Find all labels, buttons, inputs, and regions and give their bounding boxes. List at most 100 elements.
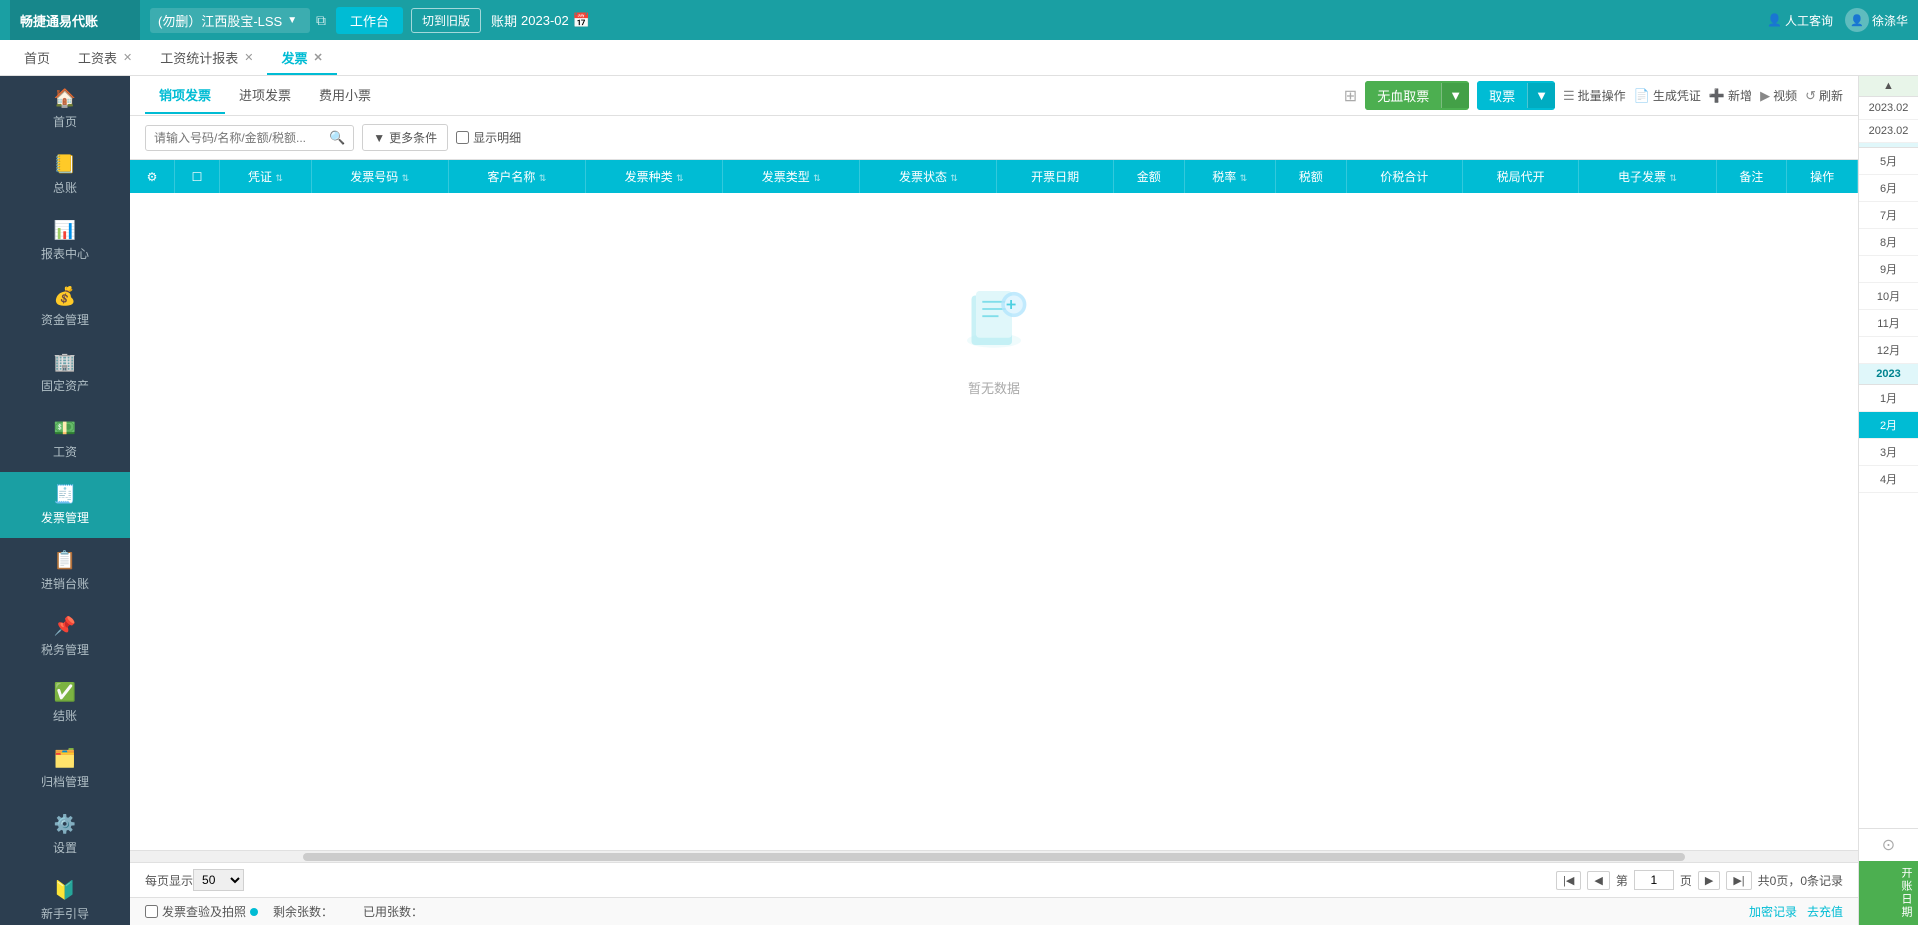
prev-page-button[interactable]: ◀ <box>1587 871 1609 890</box>
page-input[interactable] <box>1634 870 1674 890</box>
sidebar-item-sales[interactable]: 📋 进销台账 <box>0 538 130 604</box>
tab-salary-report-close[interactable]: ✕ <box>244 51 253 64</box>
no-ticket-button[interactable]: 无血取票 ▼ <box>1365 81 1469 110</box>
grid-view-icon[interactable]: ⊞ <box>1344 86 1357 106</box>
sidebar-item-archive[interactable]: 🗂️ 归档管理 <box>0 736 130 802</box>
workbench-button[interactable]: 工作台 <box>336 7 403 34</box>
more-filter-button[interactable]: ▼ 更多条件 <box>362 124 448 151</box>
tab-salary[interactable]: 工资表 ✕ <box>64 42 146 75</box>
date-item-6[interactable]: 6月 <box>1859 175 1918 202</box>
col-e-invoice[interactable]: 电子发票 ⇅ <box>1579 160 1716 193</box>
reports-icon: 📊 <box>54 220 76 241</box>
check-verify-checkbox[interactable]: 发票查验及拍照 <box>145 903 258 920</box>
sidebar-item-settings[interactable]: ⚙️ 设置 <box>0 802 130 868</box>
show-detail-input[interactable] <box>456 131 469 144</box>
scrollbar-thumb[interactable] <box>303 853 1685 861</box>
batch-op-button[interactable]: ☰ 批量操作 <box>1563 87 1626 104</box>
user-avatar[interactable]: 👤 徐涤华 <box>1845 8 1908 32</box>
total-label: 共0页，0条记录 <box>1758 872 1843 889</box>
date-item-2023-02-second[interactable]: 2023.02 <box>1859 120 1918 143</box>
show-detail-checkbox[interactable]: 显示明细 <box>456 129 521 146</box>
sub-tab-expense-ticket[interactable]: 费用小票 <box>305 77 385 114</box>
tab-salary-close[interactable]: ✕ <box>123 51 132 64</box>
page-label: 第 <box>1616 872 1628 889</box>
invoice-type2-sort-icon: ⇅ <box>813 173 821 183</box>
tab-salary-report[interactable]: 工资统计报表 ✕ <box>146 42 267 75</box>
support-button[interactable]: 👤 人工客询 <box>1767 12 1833 29</box>
sidebar-item-guide[interactable]: 🔰 新手引导 <box>0 868 130 925</box>
sidebar-item-assets[interactable]: 🏢 固定资产 <box>0 340 130 406</box>
verify-checkbox-input[interactable] <box>145 905 158 918</box>
sidebar-item-salary[interactable]: 💵 工资 <box>0 406 130 472</box>
col-settings[interactable]: ⚙ <box>130 160 174 193</box>
date-item-9[interactable]: 9月 <box>1859 256 1918 283</box>
col-invoice-no[interactable]: 发票号码 ⇅ <box>311 160 448 193</box>
take-ticket-label[interactable]: 取票 <box>1477 81 1527 110</box>
date-item-2023-02-first[interactable]: 2023.02 <box>1859 97 1918 120</box>
sidebar-item-closing[interactable]: ✅ 结账 <box>0 670 130 736</box>
date-item-2023-4[interactable]: 4月 <box>1859 466 1918 493</box>
remaining-label: 剩余张数： <box>273 903 333 920</box>
recharge-record-link[interactable]: 加密记录 <box>1749 903 1797 920</box>
take-ticket-button[interactable]: 取票 ▼ <box>1477 81 1555 110</box>
sub-tab-sales-invoice[interactable]: 销项发票 <box>145 77 225 114</box>
gen-voucher-button[interactable]: 📄 生成凭证 <box>1634 87 1701 104</box>
col-invoice-type1[interactable]: 发票种类 ⇅ <box>585 160 722 193</box>
tab-invoice-close[interactable]: ✕ <box>314 51 323 64</box>
search-input[interactable] <box>154 131 324 145</box>
date-item-2023-3[interactable]: 3月 <box>1859 439 1918 466</box>
no-ticket-dropdown-icon[interactable]: ▼ <box>1441 83 1469 108</box>
per-page-select[interactable]: 50 10 20 100 <box>193 869 244 891</box>
scrollbar-area[interactable] <box>130 850 1858 862</box>
date-item-8[interactable]: 8月 <box>1859 229 1918 256</box>
more-filter-label: 更多条件 <box>389 129 437 146</box>
sidebar-item-funds[interactable]: 💰 资金管理 <box>0 274 130 340</box>
next-page-button[interactable]: ▶ <box>1698 871 1720 890</box>
date-panel-close[interactable]: ⊙ <box>1859 828 1918 861</box>
date-item-7[interactable]: 7月 <box>1859 202 1918 229</box>
sub-tab-purchase-invoice[interactable]: 进项发票 <box>225 77 305 114</box>
date-item-5[interactable]: 5月 <box>1859 148 1918 175</box>
open-period-button[interactable]: 开账日期 <box>1859 861 1918 925</box>
search-box[interactable]: 🔍 <box>145 125 354 151</box>
last-page-button[interactable]: ▶| <box>1726 871 1751 890</box>
voucher-sort-icon: ⇅ <box>275 173 283 183</box>
invoice-type1-sort-icon: ⇅ <box>676 173 684 183</box>
sidebar-item-ledger[interactable]: 📒 总账 <box>0 142 130 208</box>
batch-op-icon: ☰ <box>1563 88 1575 104</box>
sidebar-item-reports[interactable]: 📊 报表中心 <box>0 208 130 274</box>
tab-invoice[interactable]: 发票 ✕ <box>267 42 336 75</box>
go-recharge-link[interactable]: 去充值 <box>1807 903 1843 920</box>
col-voucher[interactable]: 凭证 ⇅ <box>220 160 311 193</box>
sidebar-item-home[interactable]: 🏠 首页 <box>0 76 130 142</box>
sidebar-item-assets-label: 固定资产 <box>41 377 89 394</box>
date-item-12[interactable]: 12月 <box>1859 337 1918 364</box>
date-item-2023-1[interactable]: 1月 <box>1859 385 1918 412</box>
take-ticket-dropdown-icon[interactable]: ▼ <box>1527 83 1555 108</box>
col-checkbox[interactable]: ☐ <box>174 160 219 193</box>
video-button[interactable]: ▶ 视频 <box>1760 87 1797 104</box>
col-invoice-type2[interactable]: 发票类型 ⇅ <box>723 160 860 193</box>
tab-homepage[interactable]: 首页 <box>10 42 64 75</box>
col-invoice-status[interactable]: 发票状态 ⇅ <box>860 160 997 193</box>
refresh-button[interactable]: ↺ 刷新 <box>1805 87 1843 104</box>
up-arrow-icon[interactable]: ▲ <box>1883 80 1894 92</box>
col-customer[interactable]: 客户名称 ⇅ <box>448 160 585 193</box>
sidebar-item-invoice[interactable]: 🧾 发票管理 <box>0 472 130 538</box>
date-item-11[interactable]: 11月 <box>1859 310 1918 337</box>
tax-icon: 📌 <box>54 616 76 637</box>
no-ticket-label[interactable]: 无血取票 <box>1365 81 1441 110</box>
col-tax-rate[interactable]: 税率 ⇅ <box>1184 160 1275 193</box>
sidebar-item-guide-label: 新手引导 <box>41 905 89 922</box>
first-page-button[interactable]: |◀ <box>1556 871 1581 890</box>
sidebar-item-tax[interactable]: 📌 税务管理 <box>0 604 130 670</box>
date-item-2023-2[interactable]: 2月 <box>1859 412 1918 439</box>
copy-icon[interactable]: ⧉ <box>316 12 326 29</box>
company-selector[interactable]: (勿删）江西股宝-LSS ▼ <box>150 8 310 33</box>
sidebar-item-settings-label: 设置 <box>53 839 77 856</box>
calendar-icon[interactable]: 📅 <box>573 12 590 29</box>
date-item-10[interactable]: 10月 <box>1859 283 1918 310</box>
switch-old-button[interactable]: 切到旧版 <box>411 8 481 33</box>
search-icon[interactable]: 🔍 <box>329 130 345 146</box>
new-button[interactable]: ➕ 新增 <box>1709 87 1752 104</box>
